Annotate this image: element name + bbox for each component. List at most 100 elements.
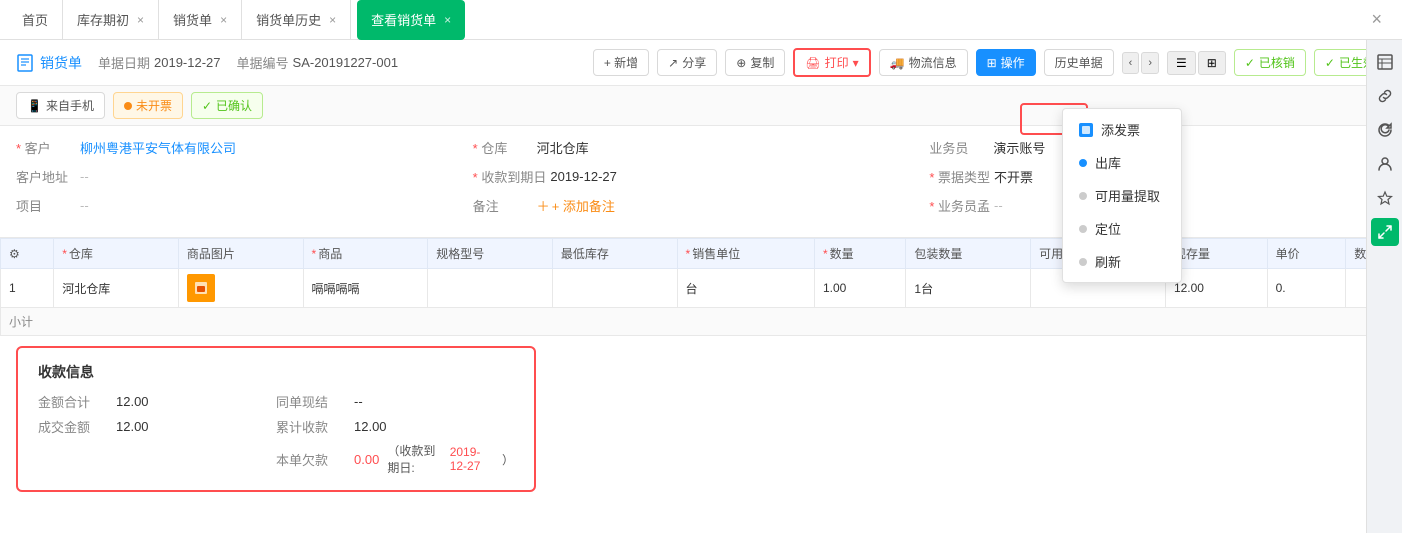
product-thumbnail bbox=[187, 274, 215, 302]
available-qty-dot bbox=[1079, 192, 1087, 200]
share-button[interactable]: ↗ 分享 bbox=[657, 49, 717, 76]
col-unit: *销售单位 bbox=[677, 239, 814, 269]
open-ticket-dot bbox=[124, 102, 132, 110]
right-sidebar bbox=[1366, 40, 1402, 533]
row-quantity: 1.00 bbox=[814, 269, 905, 308]
col-gear[interactable]: ⚙ bbox=[1, 239, 54, 269]
project-value: -- bbox=[80, 198, 89, 213]
same-order-value: -- bbox=[354, 394, 363, 409]
balance-value: 0.00 bbox=[354, 452, 379, 467]
main-content: 销货单 单据日期 2019-12-27 单据编号 SA-20191227-001… bbox=[0, 40, 1402, 533]
warehouse-label: 仓库 bbox=[473, 138, 533, 157]
sidebar-refresh-icon[interactable] bbox=[1371, 116, 1399, 144]
doc-number-value: SA-20191227-001 bbox=[293, 55, 399, 70]
tab-sales-order[interactable]: 销货单 × bbox=[159, 0, 242, 40]
dropdown-locate[interactable]: 定位 bbox=[1063, 212, 1181, 245]
sidebar-link-icon[interactable] bbox=[1371, 82, 1399, 110]
col-spec: 规格型号 bbox=[428, 239, 553, 269]
tab-view-sales-close[interactable]: × bbox=[444, 13, 451, 27]
row-unit-price: 0. bbox=[1267, 269, 1346, 308]
logistics-button[interactable]: 🚚 物流信息 bbox=[879, 49, 968, 76]
new-button[interactable]: + 新增 bbox=[593, 49, 649, 76]
product-table-wrap: ⚙ *仓库 商品图片 *商品 规格型号 最低库存 *销售单位 *数量 包装数量 … bbox=[0, 238, 1402, 336]
sold-out-button[interactable]: ✓ 已核销 bbox=[1234, 49, 1306, 76]
payment-date-field: 收款到期日 2019-12-27 bbox=[473, 167, 930, 186]
form-area: 客户 柳州粤港平安气体有限公司 仓库 河北仓库 业务员 演示账号 客户地址 -- bbox=[0, 126, 1402, 238]
next-button[interactable]: › bbox=[1141, 52, 1159, 74]
tab-inventory-init[interactable]: 库存期初 × bbox=[63, 0, 159, 40]
refresh-dot bbox=[1079, 258, 1087, 266]
total-value: 12.00 bbox=[116, 394, 149, 409]
from-phone-button[interactable]: 📱 来自手机 bbox=[16, 92, 105, 119]
project-field: 项目 -- bbox=[16, 196, 473, 215]
list-view-button[interactable]: ☰ bbox=[1167, 51, 1196, 75]
view-toggle: ☰ ⊞ bbox=[1167, 51, 1226, 75]
row-product-name: 嗝嗝嗝嗝 bbox=[303, 269, 428, 308]
balance-note-end: ） bbox=[502, 451, 514, 468]
staff2-label: 业务员孟 bbox=[929, 196, 990, 215]
total-row: 金额合计 12.00 bbox=[38, 392, 276, 411]
tab-home[interactable]: 首页 bbox=[8, 0, 63, 40]
col-product: *商品 bbox=[303, 239, 428, 269]
prev-button[interactable]: ‹ bbox=[1122, 52, 1140, 74]
warehouse-value: 河北仓库 bbox=[537, 138, 589, 157]
doc-header: 销货单 单据日期 2019-12-27 单据编号 SA-20191227-001… bbox=[0, 40, 1402, 86]
tab-bar: 首页 库存期初 × 销货单 × 销货单历史 × 查看销货单 × × bbox=[0, 0, 1402, 40]
sidebar-table-icon[interactable] bbox=[1371, 48, 1399, 76]
operations-dropdown: 添发票 出库 可用量提取 定位 刷新 bbox=[1062, 108, 1182, 283]
print-dropdown-arrow[interactable]: ▾ bbox=[853, 56, 859, 70]
balance-label: 本单欠款 bbox=[276, 450, 346, 469]
doc-type-label: 销货单 bbox=[40, 53, 82, 73]
customer-label: 客户 bbox=[16, 138, 76, 157]
dropdown-refresh[interactable]: 刷新 bbox=[1063, 245, 1181, 278]
staff-value: 演示账号 bbox=[993, 138, 1045, 157]
sidebar-user-icon[interactable] bbox=[1371, 150, 1399, 178]
sidebar-expand-icon[interactable] bbox=[1371, 218, 1399, 246]
row-spec bbox=[428, 269, 553, 308]
address-value: -- bbox=[80, 169, 89, 184]
copy-button[interactable]: ⊕ 复制 bbox=[725, 49, 785, 76]
dropdown-available-qty[interactable]: 可用量提取 bbox=[1063, 179, 1181, 212]
table-header-row: ⚙ *仓库 商品图片 *商品 规格型号 最低库存 *销售单位 *数量 包装数量 … bbox=[1, 239, 1402, 269]
tab-inventory-init-close[interactable]: × bbox=[137, 13, 144, 27]
dropdown-warehouse-out[interactable]: 出库 bbox=[1063, 146, 1181, 179]
check-icon: ✓ bbox=[1245, 56, 1255, 70]
grid-view-button[interactable]: ⊞ bbox=[1198, 51, 1226, 75]
print-button[interactable]: 🖨 打印 ▾ bbox=[793, 48, 870, 77]
sales-order-icon bbox=[16, 54, 34, 72]
plus-icon: ＋ bbox=[537, 196, 550, 215]
dropdown-add-invoice[interactable]: 添发票 bbox=[1063, 113, 1181, 146]
doc-number-field: 单据编号 SA-20191227-001 bbox=[237, 53, 399, 72]
toolbar: + 新增 ↗ 分享 ⊕ 复制 🖨 打印 ▾ 🚚 物流信息 bbox=[593, 48, 1386, 77]
tab-sales-order-close[interactable]: × bbox=[220, 13, 227, 27]
add-note-button[interactable]: ＋ + 添加备注 bbox=[537, 196, 615, 215]
balance-note: （收款到期日: bbox=[387, 442, 441, 476]
col-quantity: *数量 bbox=[814, 239, 905, 269]
note-label: 备注 bbox=[473, 196, 533, 215]
phone-icon: 📱 bbox=[27, 99, 42, 113]
check2-icon: ✓ bbox=[1325, 56, 1335, 70]
customer-value[interactable]: 柳州粤港平安气体有限公司 bbox=[80, 138, 236, 157]
same-order-label: 同单现结 bbox=[276, 392, 346, 411]
operations-button[interactable]: ⊞ 操作 bbox=[976, 49, 1036, 76]
subtotal-label: 小计 bbox=[1, 308, 1402, 336]
staff-label: 业务员 bbox=[929, 138, 989, 157]
cumulative-value: 12.00 bbox=[354, 419, 387, 434]
staff2-value: -- bbox=[994, 198, 1003, 213]
tab-sales-history[interactable]: 销货单历史 × bbox=[242, 0, 351, 40]
col-unit-price: 单价 bbox=[1267, 239, 1346, 269]
doc-title-area: 销货单 bbox=[16, 53, 82, 73]
tab-view-sales[interactable]: 查看销货单 × bbox=[357, 0, 465, 40]
grid-icon: ⊞ bbox=[987, 56, 997, 70]
table-row: 1 河北仓库 嗝嗝嗝嗝 台 1.00 1台 bbox=[1, 269, 1402, 308]
print-icon: 🖨 bbox=[805, 56, 820, 70]
row-index: 1 bbox=[1, 269, 54, 308]
note-field: 备注 ＋ + 添加备注 bbox=[473, 196, 930, 215]
window-close-button[interactable]: × bbox=[1359, 9, 1394, 30]
tab-sales-history-close[interactable]: × bbox=[329, 13, 336, 27]
sidebar-star-icon[interactable] bbox=[1371, 184, 1399, 212]
col-pack-qty: 包装数量 bbox=[906, 239, 1031, 269]
row-unit: 台 bbox=[677, 269, 814, 308]
history-button[interactable]: 历史单据 bbox=[1044, 49, 1114, 76]
total-label: 金额合计 bbox=[38, 392, 108, 411]
